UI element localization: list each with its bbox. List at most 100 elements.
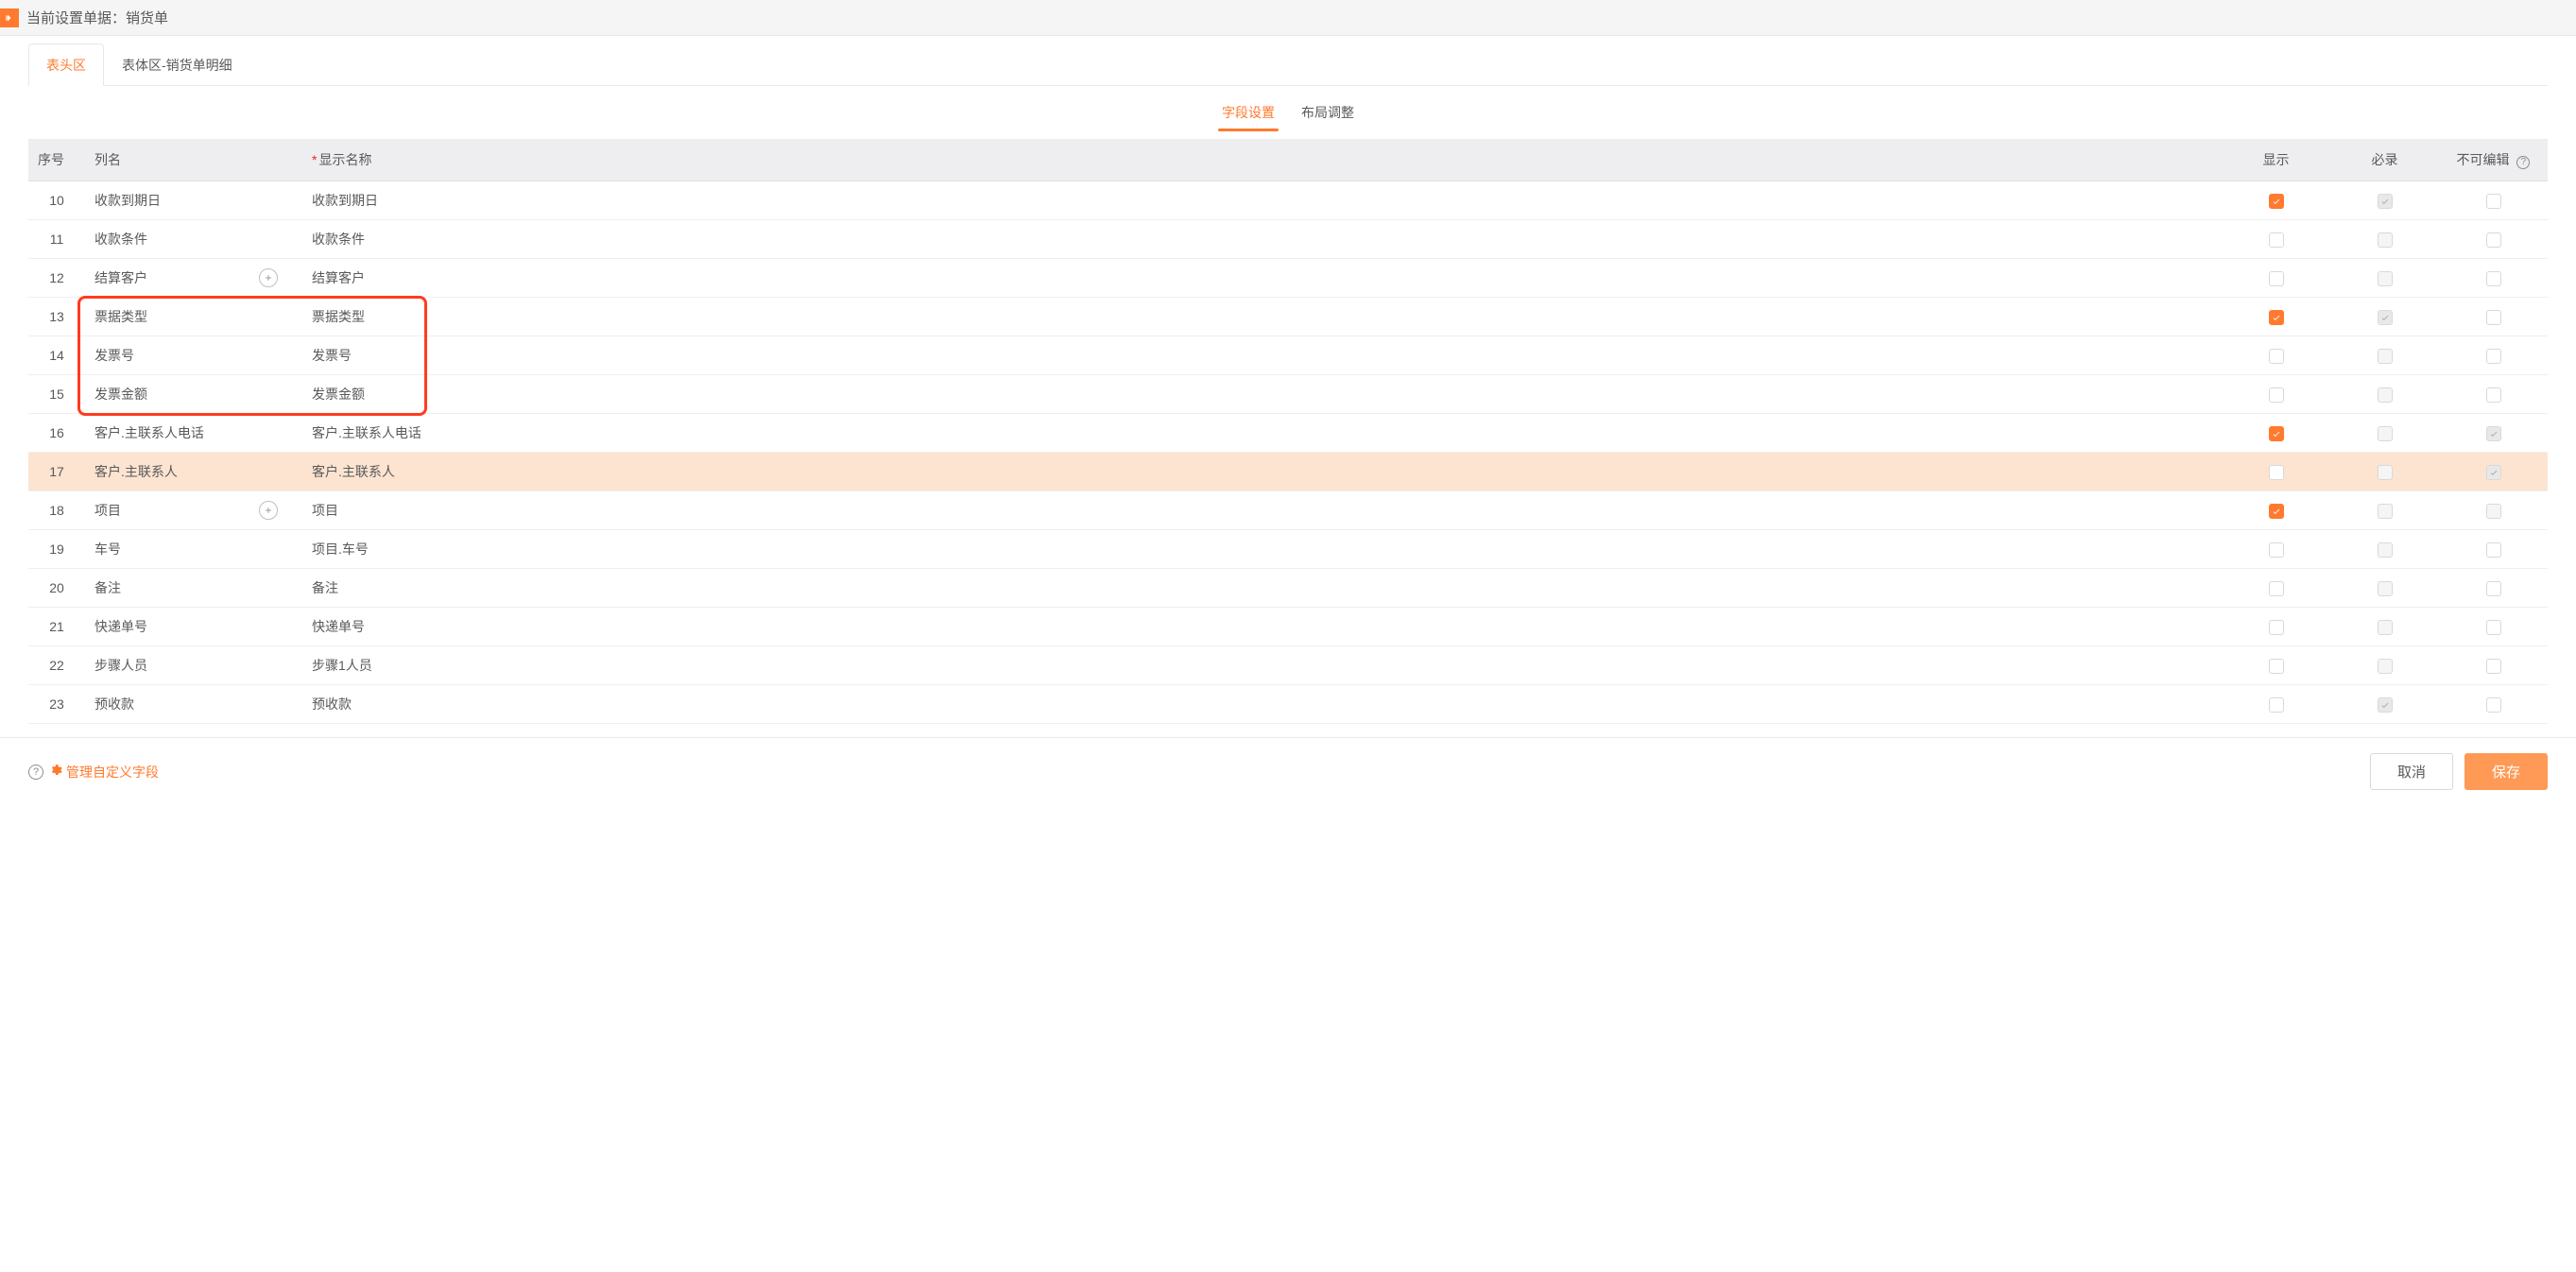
cell-display-name[interactable]: 预收款 <box>302 685 2222 724</box>
cell-noedit <box>2439 569 2548 608</box>
cell-required <box>2330 453 2439 491</box>
checkbox-show[interactable] <box>2269 504 2284 519</box>
cell-name: 客户.主联系人 <box>85 453 302 491</box>
cell-noedit <box>2439 453 2548 491</box>
col-header-display-name: *显示名称 <box>302 139 2222 181</box>
checkbox-show[interactable] <box>2269 349 2284 364</box>
sub-tabs: 字段设置布局调整 <box>28 86 2548 131</box>
cell-display-name[interactable]: 收款到期日 <box>302 181 2222 220</box>
table-row: 18项目项目 <box>28 491 2548 530</box>
col-header-required: 必录 <box>2330 139 2439 181</box>
checkbox-noedit[interactable] <box>2486 620 2501 635</box>
col-header-show: 显示 <box>2222 139 2330 181</box>
page-title: 当前设置单据：销货单 <box>26 8 168 27</box>
help-icon[interactable]: ? <box>2516 156 2530 169</box>
fields-table: 序号 列名 *显示名称 显示 必录 不可编辑 ? 10收款到期日收款到期日11收… <box>28 139 2548 724</box>
checkbox-noedit[interactable] <box>2486 542 2501 558</box>
table-row: 23预收款预收款 <box>28 685 2548 724</box>
checkbox-show[interactable] <box>2269 620 2284 635</box>
checkbox-show[interactable] <box>2269 194 2284 209</box>
checkbox-show[interactable] <box>2269 697 2284 713</box>
checkbox-noedit[interactable] <box>2486 697 2501 713</box>
cell-noedit <box>2439 298 2548 336</box>
checkbox-show[interactable] <box>2269 387 2284 403</box>
cell-display-name[interactable]: 步骤1人员 <box>302 646 2222 685</box>
main-tab-1[interactable]: 表体区-销货单明细 <box>104 43 250 86</box>
checkbox-required <box>2378 426 2393 441</box>
cell-noedit <box>2439 608 2548 646</box>
cell-name: 步骤人员 <box>85 646 302 685</box>
cell-noedit <box>2439 181 2548 220</box>
cell-show <box>2222 453 2330 491</box>
cell-display-name[interactable]: 客户.主联系人电话 <box>302 414 2222 453</box>
checkbox-required <box>2378 697 2393 713</box>
checkbox-required <box>2378 194 2393 209</box>
checkbox-show[interactable] <box>2269 542 2284 558</box>
cell-display-name[interactable]: 项目.车号 <box>302 530 2222 569</box>
checkbox-show[interactable] <box>2269 659 2284 674</box>
checkbox-show[interactable] <box>2269 271 2284 286</box>
checkbox-noedit[interactable] <box>2486 581 2501 596</box>
cell-display-name[interactable]: 客户.主联系人 <box>302 453 2222 491</box>
cell-name: 客户.主联系人电话 <box>85 414 302 453</box>
checkbox-noedit[interactable] <box>2486 310 2501 325</box>
cell-required <box>2330 530 2439 569</box>
checkbox-noedit <box>2486 426 2501 441</box>
cell-display-name[interactable]: 备注 <box>302 569 2222 608</box>
cell-noedit <box>2439 685 2548 724</box>
manage-custom-fields-link[interactable]: 管理自定义字段 <box>49 763 159 782</box>
table-row: 11收款条件收款条件 <box>28 220 2548 259</box>
cell-show <box>2222 685 2330 724</box>
cell-seq: 17 <box>28 453 85 491</box>
checkbox-show[interactable] <box>2269 426 2284 441</box>
cell-noedit <box>2439 646 2548 685</box>
sub-tab-1[interactable]: 布局调整 <box>1297 103 1358 131</box>
plus-icon[interactable] <box>259 268 278 287</box>
cell-show <box>2222 336 2330 375</box>
cell-name: 备注 <box>85 569 302 608</box>
gear-icon <box>49 764 62 780</box>
checkbox-noedit[interactable] <box>2486 232 2501 248</box>
checkbox-noedit[interactable] <box>2486 659 2501 674</box>
save-button[interactable]: 保存 <box>2464 753 2548 790</box>
cell-noedit <box>2439 375 2548 414</box>
cell-display-name[interactable]: 结算客户 <box>302 259 2222 298</box>
expand-icon[interactable] <box>0 9 19 27</box>
checkbox-show[interactable] <box>2269 581 2284 596</box>
cancel-button[interactable]: 取消 <box>2370 753 2453 790</box>
cell-seq: 12 <box>28 259 85 298</box>
checkbox-noedit[interactable] <box>2486 271 2501 286</box>
cell-seq: 13 <box>28 298 85 336</box>
checkbox-noedit[interactable] <box>2486 387 2501 403</box>
cell-display-name[interactable]: 收款条件 <box>302 220 2222 259</box>
cell-name: 发票金额 <box>85 375 302 414</box>
cell-display-name[interactable]: 项目 <box>302 491 2222 530</box>
cell-noedit <box>2439 259 2548 298</box>
checkbox-noedit[interactable] <box>2486 194 2501 209</box>
main-tab-0[interactable]: 表头区 <box>28 43 104 86</box>
table-row: 20备注备注 <box>28 569 2548 608</box>
cell-display-name[interactable]: 票据类型 <box>302 298 2222 336</box>
plus-icon[interactable] <box>259 501 278 520</box>
checkbox-required <box>2378 349 2393 364</box>
checkbox-noedit[interactable] <box>2486 349 2501 364</box>
sub-tab-0[interactable]: 字段设置 <box>1218 103 1279 131</box>
table-row: 17客户.主联系人客户.主联系人 <box>28 453 2548 491</box>
cell-seq: 15 <box>28 375 85 414</box>
cell-seq: 22 <box>28 646 85 685</box>
cell-display-name[interactable]: 发票金额 <box>302 375 2222 414</box>
cell-show <box>2222 375 2330 414</box>
cell-required <box>2330 375 2439 414</box>
cell-name: 快递单号 <box>85 608 302 646</box>
cell-show <box>2222 181 2330 220</box>
cell-display-name[interactable]: 快递单号 <box>302 608 2222 646</box>
table-row: 22步骤人员步骤1人员 <box>28 646 2548 685</box>
checkbox-show[interactable] <box>2269 232 2284 248</box>
cell-name: 收款条件 <box>85 220 302 259</box>
question-icon[interactable]: ? <box>28 765 43 780</box>
cell-name: 结算客户 <box>85 259 302 298</box>
checkbox-show[interactable] <box>2269 310 2284 325</box>
checkbox-show[interactable] <box>2269 465 2284 480</box>
cell-display-name[interactable]: 发票号 <box>302 336 2222 375</box>
cell-noedit <box>2439 530 2548 569</box>
